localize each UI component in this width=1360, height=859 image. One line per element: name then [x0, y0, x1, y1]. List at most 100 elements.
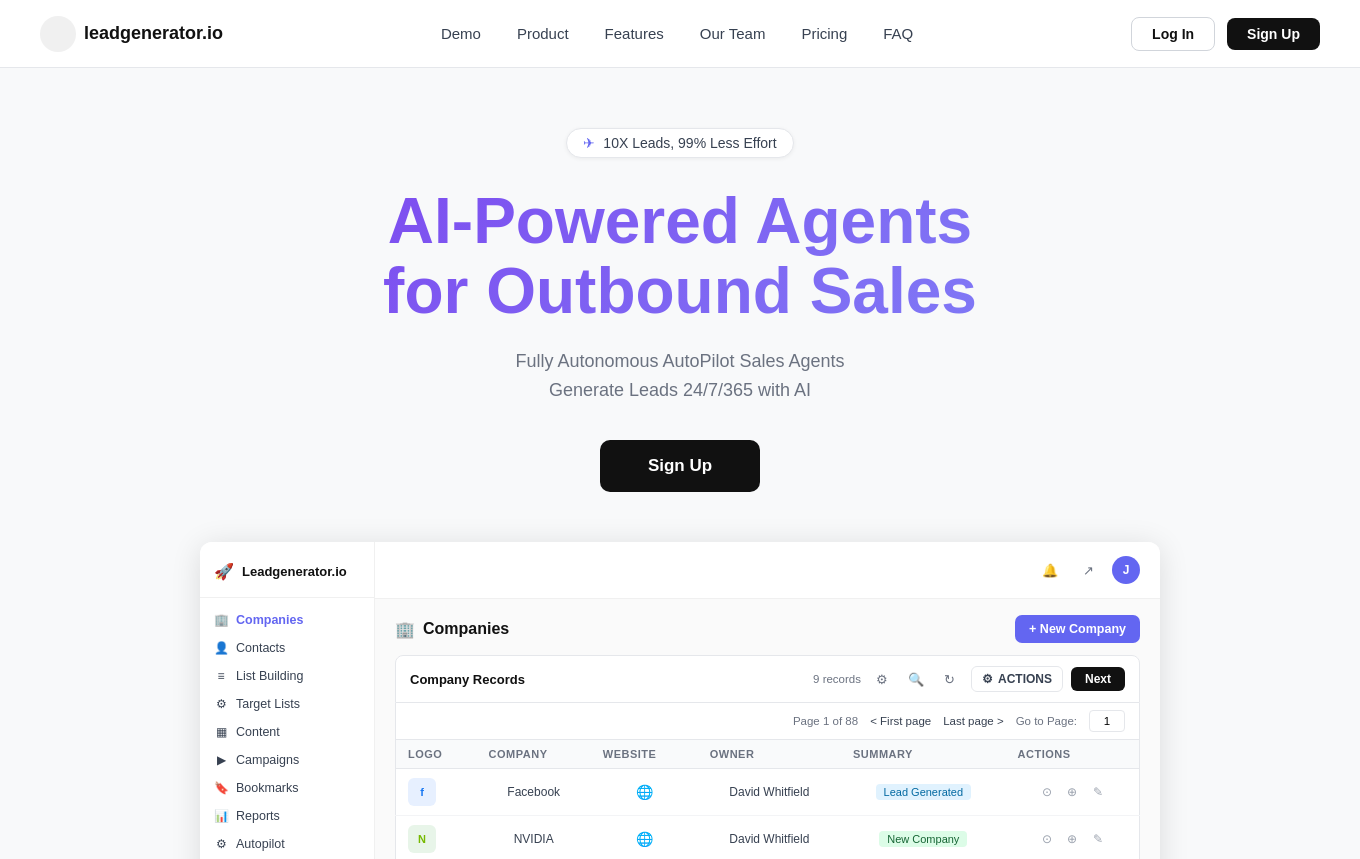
svg-point-0: [40, 16, 76, 52]
user-avatar[interactable]: J: [1112, 556, 1140, 584]
table-toolbar-label: Company Records: [410, 672, 525, 687]
nav-link-faq[interactable]: FAQ: [883, 25, 913, 42]
sidebar-label-campaigns: Campaigns: [236, 753, 299, 767]
hero-signup-button[interactable]: Sign Up: [600, 440, 760, 492]
action-edit-icon[interactable]: ✎: [1087, 781, 1109, 803]
website-icon[interactable]: 🌐: [636, 831, 653, 847]
target-lists-icon: ⚙: [214, 697, 228, 711]
sidebar-item-contacts[interactable]: 👤 Contacts: [200, 634, 374, 662]
nav-link-our-team[interactable]: Our Team: [700, 25, 766, 42]
export-button[interactable]: ↗: [1074, 556, 1102, 584]
table-body: f Facebook 🌐 David Whitfield Lead Genera…: [396, 769, 1140, 859]
sidebar-item-target-lists[interactable]: ⚙ Target Lists: [200, 690, 374, 718]
refresh-icon-btn[interactable]: ↻: [937, 666, 963, 692]
table-toolbar: Company Records 9 records ⚙ 🔍 ↻ ⚙ ACTION…: [395, 655, 1140, 703]
page-number-input[interactable]: [1089, 710, 1125, 732]
logo-icon: 🚀: [40, 16, 76, 52]
cell-summary: New Company: [841, 816, 1006, 859]
company-logo-img: N: [408, 825, 436, 853]
app-preview: 🚀 Leadgenerator.io 🏢 Companies 👤 Contact…: [200, 542, 1160, 859]
first-page-button[interactable]: < First page: [870, 715, 931, 727]
sidebar-logo-text: Leadgenerator.io: [242, 564, 347, 579]
cell-company: NVIDIA: [477, 816, 591, 859]
hero-subtitle-line1: Fully Autonomous AutoPilot Sales Agents: [515, 351, 844, 371]
action-add-icon[interactable]: ⊕: [1061, 828, 1083, 850]
hero-badge: ✈ 10X Leads, 99% Less Effort: [566, 128, 793, 158]
status-badge: Lead Generated: [876, 784, 972, 800]
col-logo: LOGO: [396, 740, 477, 769]
action-link-icon[interactable]: ⊙: [1036, 781, 1058, 803]
main-content: 🔔 ↗ J 🏢 Companies + New Company Company …: [375, 542, 1160, 859]
col-actions: ACTIONS: [1006, 740, 1140, 769]
table-row: f Facebook 🌐 David Whitfield Lead Genera…: [396, 769, 1140, 816]
campaigns-icon: ▶: [214, 753, 228, 767]
companies-icon: 🏢: [214, 613, 228, 627]
company-logo-img: f: [408, 778, 436, 806]
table-header: LOGO COMPANY WEBSITE OWNER SUMMARY ACTIO…: [396, 740, 1140, 769]
cell-actions: ⊙ ⊕ ✎: [1006, 816, 1140, 859]
hero-section: ✈ 10X Leads, 99% Less Effort AI-Powered …: [0, 68, 1360, 859]
filter-icon-btn[interactable]: ⚙: [869, 666, 895, 692]
nav-actions: Log In Sign Up: [1131, 17, 1320, 51]
sidebar-label-companies: Companies: [236, 613, 303, 627]
bookmarks-icon: 🔖: [214, 781, 228, 795]
nav-links: Demo Product Features Our Team Pricing F…: [441, 25, 913, 43]
cell-owner: David Whitfield: [698, 769, 841, 816]
sidebar-item-bookmarks[interactable]: 🔖 Bookmarks: [200, 774, 374, 802]
app-topbar: 🔔 ↗ J: [375, 542, 1160, 599]
cell-summary: Lead Generated: [841, 769, 1006, 816]
navbar: 🚀 leadgenerator.io Demo Product Features…: [0, 0, 1360, 68]
col-owner: OWNER: [698, 740, 841, 769]
autopilot-icon: ⚙: [214, 837, 228, 851]
website-icon[interactable]: 🌐: [636, 784, 653, 800]
cell-website: 🌐: [591, 769, 698, 816]
notification-button[interactable]: 🔔: [1036, 556, 1064, 584]
cell-company: Facebook: [477, 769, 591, 816]
login-button[interactable]: Log In: [1131, 17, 1215, 51]
nav-link-features[interactable]: Features: [605, 25, 664, 42]
nav-logo[interactable]: 🚀 leadgenerator.io: [40, 16, 223, 52]
sidebar-item-campaigns[interactable]: ▶ Campaigns: [200, 746, 374, 774]
reports-icon: 📊: [214, 809, 228, 823]
action-add-icon[interactable]: ⊕: [1061, 781, 1083, 803]
sidebar-item-reports[interactable]: 📊 Reports: [200, 802, 374, 830]
nav-link-pricing[interactable]: Pricing: [801, 25, 847, 42]
page-title: 🏢 Companies: [395, 620, 509, 639]
sidebar-logo: 🚀 Leadgenerator.io: [200, 558, 374, 598]
cell-owner: David Whitfield: [698, 816, 841, 859]
companies-title-icon: 🏢: [395, 620, 415, 639]
new-company-button[interactable]: + New Company: [1015, 615, 1140, 643]
sidebar-label-autopilot: Autopilot: [236, 837, 285, 851]
content-icon: ▦: [214, 725, 228, 739]
sidebar-item-list-building[interactable]: ≡ List Building: [200, 662, 374, 690]
actions-button[interactable]: ⚙ ACTIONS: [971, 666, 1063, 692]
sidebar-item-autopilot[interactable]: ⚙ Autopilot: [200, 830, 374, 858]
actions-icon: ⚙: [982, 672, 993, 686]
sidebar-label-list-building: List Building: [236, 669, 303, 683]
actions-label: ACTIONS: [998, 672, 1052, 686]
sidebar-label-target-lists: Target Lists: [236, 697, 300, 711]
last-page-button[interactable]: Last page >: [943, 715, 1003, 727]
cell-logo: N: [396, 816, 477, 859]
nav-link-demo[interactable]: Demo: [441, 25, 481, 42]
content-area: 🏢 Companies + New Company Company Record…: [375, 599, 1160, 859]
content-header: 🏢 Companies + New Company: [395, 615, 1140, 643]
search-icon-btn[interactable]: 🔍: [903, 666, 929, 692]
hero-title: AI-Powered Agents for Outbound Sales: [40, 186, 1320, 327]
hero-subtitle: Fully Autonomous AutoPilot Sales Agents …: [40, 347, 1320, 405]
nav-link-product[interactable]: Product: [517, 25, 569, 42]
hero-title-line1: AI-Powered Agents: [388, 185, 972, 257]
col-website: WEBSITE: [591, 740, 698, 769]
action-edit-icon[interactable]: ✎: [1087, 828, 1109, 850]
next-button[interactable]: Next: [1071, 667, 1125, 691]
signup-nav-button[interactable]: Sign Up: [1227, 18, 1320, 50]
sidebar-item-content[interactable]: ▦ Content: [200, 718, 374, 746]
action-link-icon[interactable]: ⊙: [1036, 828, 1058, 850]
nav-logo-text: leadgenerator.io: [84, 23, 223, 44]
hero-badge-text: 10X Leads, 99% Less Effort: [603, 135, 776, 151]
sidebar-label-bookmarks: Bookmarks: [236, 781, 299, 795]
sidebar-item-companies[interactable]: 🏢 Companies: [200, 606, 374, 634]
contacts-icon: 👤: [214, 641, 228, 655]
col-summary: SUMMARY: [841, 740, 1006, 769]
pagination-bar: Page 1 of 88 < First page Last page > Go…: [395, 703, 1140, 739]
